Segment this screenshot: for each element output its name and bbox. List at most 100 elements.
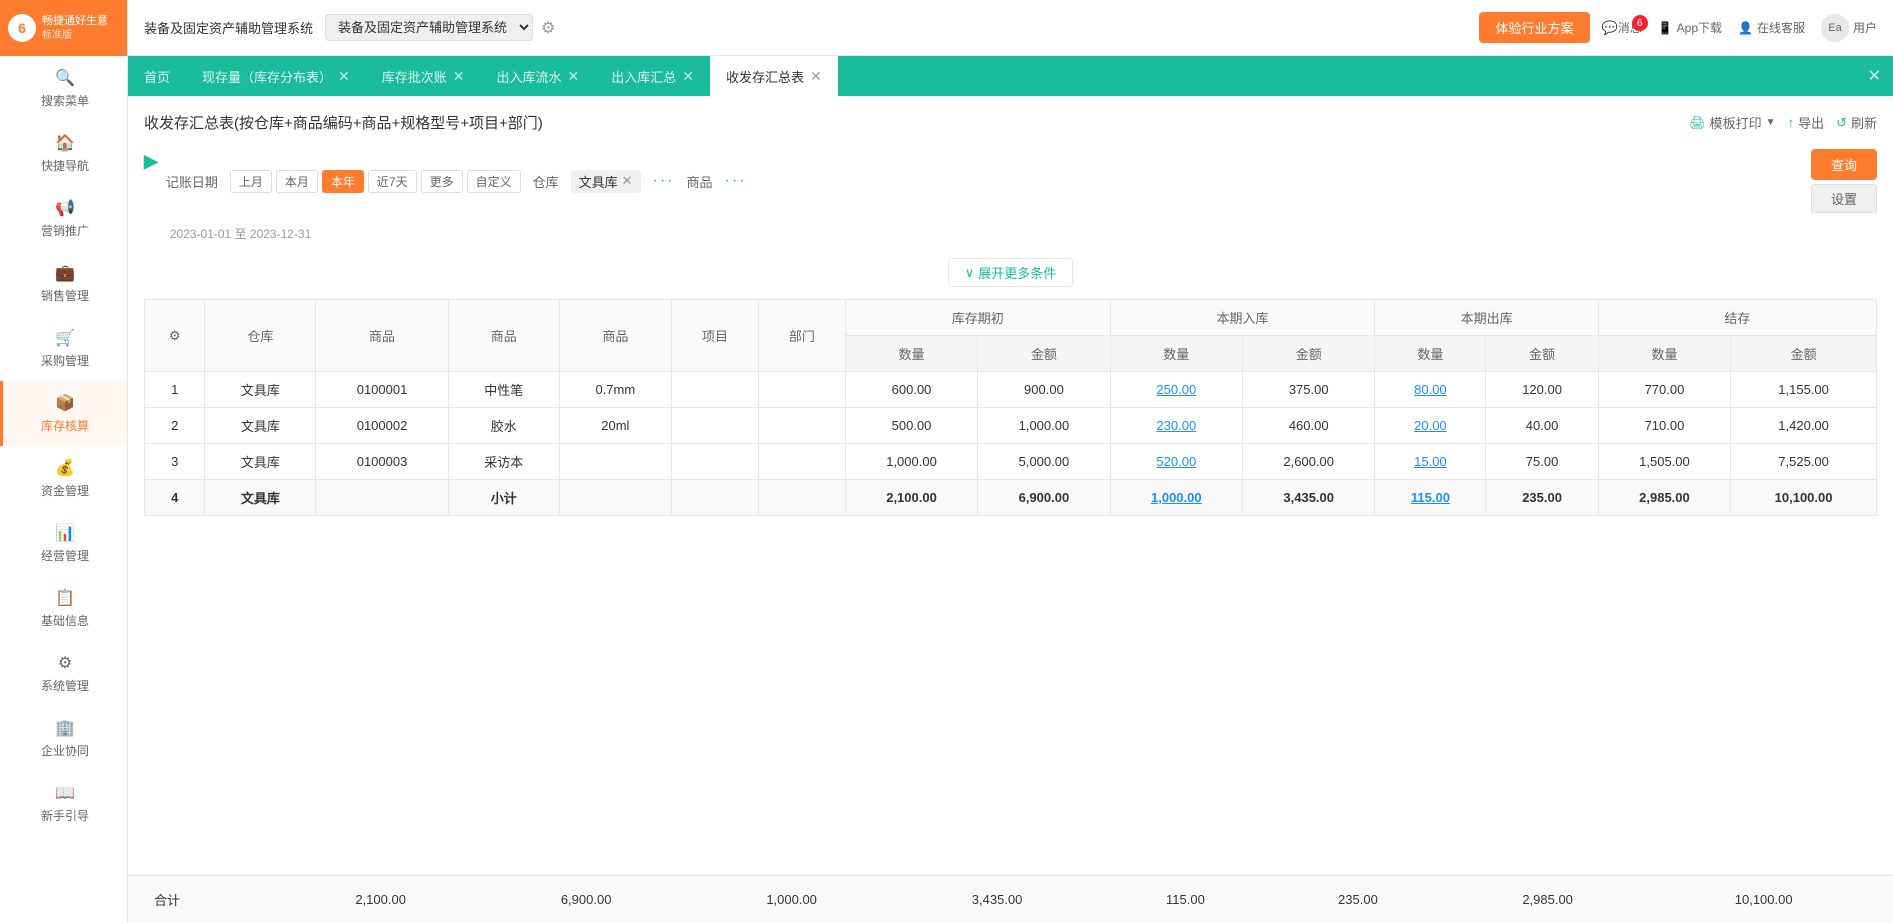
row-dept <box>758 408 845 444</box>
row-out-qty[interactable]: 80.00 <box>1375 372 1486 408</box>
refresh-icon: ↺ <box>1836 115 1847 131</box>
sidebar-item-guide[interactable]: 📖新手引导 <box>0 771 127 836</box>
tab-close-icon[interactable]: ✕ <box>568 69 580 83</box>
online-service-action[interactable]: 👤 在线客服 <box>1738 19 1805 36</box>
page-title-row: 收发存汇总表(按仓库+商品编码+商品+规格型号+项目+部门) 🖨 模板打印 ▼ … <box>144 112 1877 133</box>
row-closing-qty: 710.00 <box>1598 408 1730 444</box>
row-out-qty[interactable]: 15.00 <box>1375 444 1486 480</box>
marketing-icon: 📢 <box>55 198 75 218</box>
row-project <box>671 408 758 444</box>
sidebar-item-label: 资金管理 <box>41 482 89 499</box>
row-warehouse: 文具库 <box>205 480 316 516</box>
tab-close-icon[interactable]: ✕ <box>682 69 694 83</box>
table-row: 3 文具库 0100003 采访本 1,000.00 5,000.00 520.… <box>145 444 1877 480</box>
filter-settings-btn[interactable]: 设置 <box>1811 184 1877 213</box>
sidebar-item-quick-nav[interactable]: 🏠快捷导航 <box>0 121 127 186</box>
sidebar: 6 畅捷通好生意 标准版 🔍搜索菜单🏠快捷导航📢营销推广💼销售管理🛒采购管理📦库… <box>0 0 128 923</box>
row-name: 采访本 <box>448 444 559 480</box>
col-project: 项目 <box>671 300 758 372</box>
date-label: 记账日期 <box>166 172 218 191</box>
date-btn-7days[interactable]: 近7天 <box>368 170 417 193</box>
row-in-qty[interactable]: 520.00 <box>1110 444 1242 480</box>
query-btn[interactable]: 查询 <box>1811 149 1877 180</box>
tab-label: 库存批次账 <box>382 67 447 86</box>
date-btn-more[interactable]: 更多 <box>421 170 463 193</box>
sidebar-item-label: 经营管理 <box>41 547 89 564</box>
footer-label: 合计 <box>144 884 278 915</box>
logo-icon: 6 <box>8 14 36 42</box>
goods-dots[interactable]: ··· <box>725 172 747 190</box>
user-action[interactable]: Ea 用户 <box>1821 14 1877 42</box>
warehouse-label: 仓库 <box>533 172 559 191</box>
warehouse-tag-close[interactable]: ✕ <box>622 173 633 189</box>
row-in-qty[interactable]: 1,000.00 <box>1110 480 1242 516</box>
sidebar-item-system[interactable]: ⚙系统管理 <box>0 641 127 706</box>
row-opening-amt: 900.00 <box>978 372 1110 408</box>
tab-stock-summary[interactable]: 出入库汇总✕ <box>595 56 710 96</box>
date-btn-last-month[interactable]: 上月 <box>230 170 272 193</box>
table-row: 2 文具库 0100002 胶水 20ml 500.00 1,000.00 23… <box>145 408 1877 444</box>
settings-gear-icon[interactable]: ⚙ <box>541 18 555 38</box>
col-closing-amt: 金额 <box>1731 336 1877 372</box>
sidebar-item-inventory[interactable]: 📦库存核算 <box>0 381 127 446</box>
sidebar-item-finance[interactable]: 💰资金管理 <box>0 446 127 511</box>
row-spec <box>559 444 671 480</box>
main-area: 装备及固定资产辅助管理系统 装备及固定资产辅助管理系统 ⚙ 体验行业方案 💬 消… <box>128 0 1893 923</box>
col-out: 本期出库 <box>1375 300 1598 336</box>
date-btn-this-year[interactable]: 本年 <box>322 170 364 193</box>
purchase-icon: 🛒 <box>55 328 75 348</box>
sidebar-item-operations[interactable]: 📊经营管理 <box>0 511 127 576</box>
page-title-actions: 🖨 模板打印 ▼ ↑ 导出 ↺ 刷新 <box>1689 113 1877 132</box>
date-btn-custom[interactable]: 自定义 <box>467 170 521 193</box>
tab-close-icon[interactable]: ✕ <box>453 69 465 83</box>
row-in-qty[interactable]: 230.00 <box>1110 408 1242 444</box>
row-out-qty[interactable]: 20.00 <box>1375 408 1486 444</box>
message-action[interactable]: 💬 消息 6 <box>1602 19 1642 36</box>
warehouse-dots[interactable]: ··· <box>653 172 675 190</box>
expand-btn[interactable]: ∨ 展开更多条件 <box>948 258 1074 287</box>
row-in-qty[interactable]: 250.00 <box>1110 372 1242 408</box>
message-badge: 6 <box>1632 15 1648 31</box>
experience-btn[interactable]: 体验行业方案 <box>1479 12 1589 43</box>
tab-stock-dist[interactable]: 现存量（库存分布表）✕ <box>186 56 366 96</box>
row-in-amt: 375.00 <box>1243 372 1375 408</box>
sidebar-item-sales[interactable]: 💼销售管理 <box>0 251 127 316</box>
sidebar-item-enterprise[interactable]: 🏢企业协同 <box>0 706 127 771</box>
footer-bar: 合计 2,100.00 6,900.00 1,000.00 3,435.00 1… <box>128 875 1893 923</box>
row-warehouse: 文具库 <box>205 408 316 444</box>
row-closing-qty: 1,505.00 <box>1598 444 1730 480</box>
tab-close-icon[interactable]: ✕ <box>810 69 822 83</box>
sidebar-item-search[interactable]: 🔍搜索菜单 <box>0 56 127 121</box>
row-dept <box>758 480 845 516</box>
data-table: ⚙ 仓库 商品 商品 商品 项目 部门 库存期初 本期入库 本期出库 结存 <box>144 299 1877 516</box>
sidebar-item-basic-info[interactable]: 📋基础信息 <box>0 576 127 641</box>
tabs-bar: 首页现存量（库存分布表）✕库存批次账✕出入库流水✕出入库汇总✕收发存汇总表✕✕ <box>128 56 1893 96</box>
export-btn[interactable]: ↑ 导出 <box>1788 113 1825 132</box>
tab-home[interactable]: 首页 <box>128 56 186 96</box>
filter-toggle-btn[interactable]: ▶ <box>144 151 158 172</box>
refresh-btn[interactable]: ↺ 刷新 <box>1836 113 1877 132</box>
app-download-action[interactable]: 📱 App下载 <box>1658 19 1722 36</box>
tabs-close-btn[interactable]: ✕ <box>1856 66 1893 86</box>
row-project <box>671 372 758 408</box>
col-gear[interactable]: ⚙ <box>145 300 205 372</box>
row-out-amt: 75.00 <box>1486 444 1598 480</box>
col-opening-amt: 金额 <box>978 336 1110 372</box>
footer-in-amt: 3,435.00 <box>894 884 1099 915</box>
sidebar-item-purchase[interactable]: 🛒采购管理 <box>0 316 127 381</box>
tab-batch-ledger[interactable]: 库存批次账 ✕ <box>366 56 481 96</box>
template-print-btn[interactable]: 🖨 模板打印 ▼ <box>1689 113 1775 132</box>
tab-stock-report[interactable]: 收发存汇总表✕ <box>710 56 838 96</box>
system-selector[interactable]: 装备及固定资产辅助管理系统 <box>325 14 533 41</box>
tab-close-icon[interactable]: ✕ <box>338 69 350 83</box>
filter-bar: 记账日期 上月 本月 本年 近7天 更多 自定义 仓库 <box>166 149 1877 213</box>
col-warehouse: 仓库 <box>205 300 316 372</box>
row-code: 0100003 <box>316 444 448 480</box>
tab-stock-flow[interactable]: 出入库流水✕ <box>481 56 596 96</box>
row-closing-amt: 1,155.00 <box>1731 372 1877 408</box>
message-icon: 💬 <box>1602 20 1618 36</box>
row-out-qty[interactable]: 115.00 <box>1375 480 1486 516</box>
date-btn-this-month[interactable]: 本月 <box>276 170 318 193</box>
col-opening-qty: 数量 <box>845 336 977 372</box>
sidebar-item-marketing[interactable]: 📢营销推广 <box>0 186 127 251</box>
